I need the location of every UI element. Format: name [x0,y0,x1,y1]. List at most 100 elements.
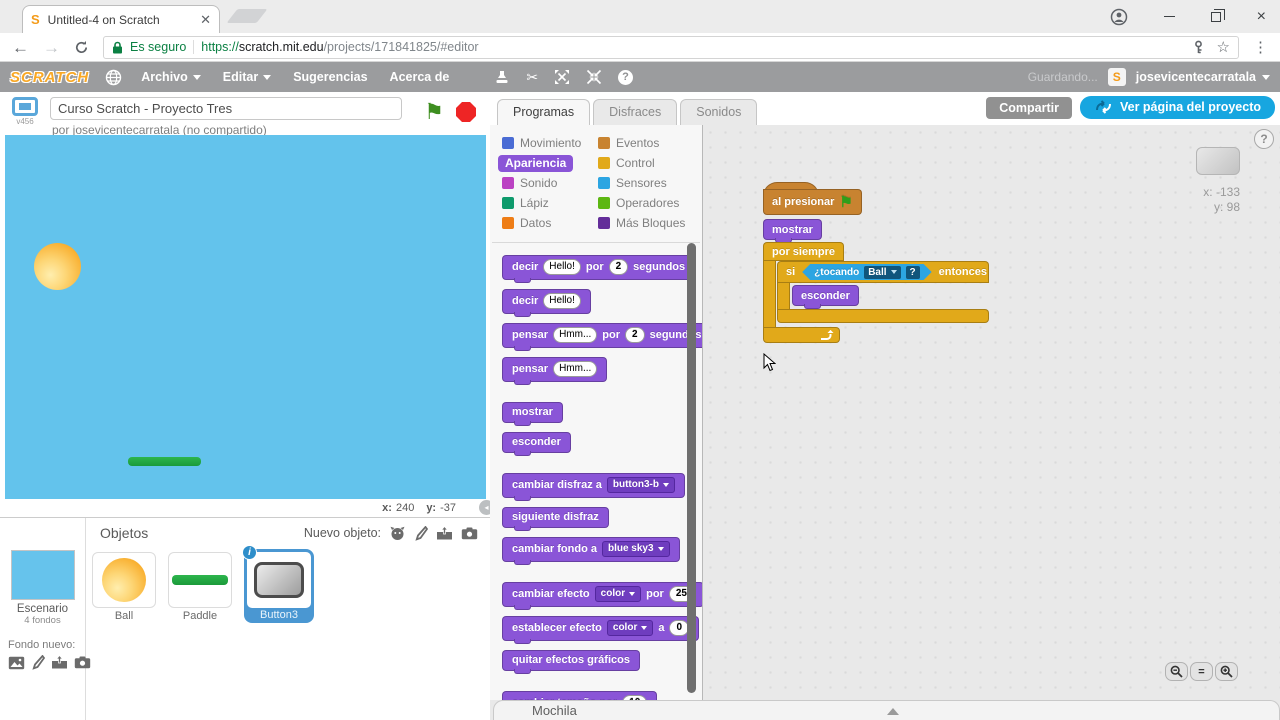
close-tab-icon[interactable]: ✕ [200,12,211,28]
paintbrush-icon[interactable] [414,525,428,541]
block-help-icon[interactable]: ? [618,69,634,85]
palette-block[interactable]: cambiar efecto color por 25 [502,582,702,610]
condition-dropdown[interactable]: Ball [864,266,900,279]
fullscreen-button[interactable]: v456 [10,97,40,126]
stage-sprite-ball[interactable] [34,243,81,290]
palette-block[interactable]: pensar Hmm... por 2 segundos [502,323,702,351]
block-input[interactable]: Hello! [543,259,581,275]
view-project-page-button[interactable]: Ver página del proyecto [1079,96,1275,119]
palette-scrollbar[interactable] [687,243,696,693]
stop-icon[interactable] [456,102,476,122]
menu-editar[interactable]: Editar [223,70,272,84]
browser-tab[interactable]: S Untitled-4 on Scratch ✕ [22,5,220,33]
block-input[interactable]: Hmm... [553,361,598,377]
tab-sonidos[interactable]: Sonidos [680,99,758,125]
address-bar[interactable]: Es seguro https://scratch.mit.edu/projec… [103,35,1239,59]
palette-block[interactable]: cambiar tamaño por10 [502,691,658,700]
block-input[interactable]: 2 [608,259,629,275]
category-movimiento[interactable]: Movimiento [502,133,598,153]
scratch-logo[interactable]: SCRATCH [10,69,89,86]
palette-block[interactable]: cambiar disfraz a button3-b [502,473,685,501]
zoom-out-icon[interactable] [1165,662,1188,681]
block-dropdown[interactable]: color [594,586,642,602]
paintbrush-icon[interactable] [31,655,45,670]
close-window-icon[interactable]: × [1257,8,1266,26]
block-input[interactable]: 2 [625,327,645,343]
language-globe-icon[interactable] [105,69,122,86]
block-por-siempre[interactable]: por siempre [763,242,844,261]
restore-icon[interactable] [1210,8,1225,22]
help-circle-icon[interactable]: ? [1254,129,1274,149]
backpack-bar[interactable]: Mochila [493,700,1280,720]
menu-sugerencias[interactable]: Sugerencias [293,70,367,84]
tab-disfraces[interactable]: Disfraces [593,99,678,125]
palette-block[interactable]: pensar Hmm... [502,357,608,385]
category-eventos[interactable]: Eventos [598,133,698,153]
palette-block[interactable]: decir Hello! por 2 segundos [502,255,696,283]
category-lápiz[interactable]: Lápiz [502,193,598,213]
menu-archivo[interactable]: Archivo [141,70,201,84]
block-tocando-condition[interactable]: ¿tocando Ball ? [802,264,931,280]
block-dropdown[interactable]: blue sky3 [601,541,670,557]
account-menu[interactable]: josevicentecarratala [1136,70,1270,84]
block-esconder[interactable]: esconder [792,285,859,309]
share-button[interactable]: Compartir [986,96,1072,119]
backpack-expand-icon[interactable] [886,708,899,715]
palette-block[interactable]: quitar efectos gráficos [502,650,640,674]
forward-icon[interactable]: → [43,39,60,56]
project-title-input[interactable] [50,97,402,120]
stage-sprite-paddle[interactable] [128,457,201,466]
stage[interactable] [5,135,486,499]
upload-icon[interactable] [51,655,68,670]
new-sprite-library-icon[interactable] [389,526,406,541]
category-label: Control [616,156,655,170]
shrink-icon[interactable] [586,69,602,85]
palette-block[interactable]: cambiar fondo a blue sky3 [502,537,680,565]
stage-backdrop-tile[interactable]: Escenario 4 fondos [8,550,78,626]
upload-icon[interactable] [436,525,453,541]
category-control[interactable]: Control [598,153,698,173]
palette-block[interactable]: decir Hello! [502,289,591,317]
minimize-icon[interactable] [1163,16,1175,17]
menu-dots-icon[interactable]: ⋮ [1253,38,1268,56]
block-si-entonces[interactable]: si ¿tocando Ball ? entonces [777,261,989,283]
sprite-tile-button3[interactable]: i Button3 [242,545,314,623]
block-al-presionar-flag[interactable]: al presionar ⚑ [763,189,862,215]
camera-icon[interactable] [461,527,478,540]
new-tab-button[interactable] [226,9,268,23]
block-dropdown[interactable]: button3-b [606,477,675,493]
back-icon[interactable]: ← [12,39,29,56]
delete-scissors-icon[interactable]: ✂ [526,69,538,86]
green-flag-icon[interactable]: ⚑ [424,101,444,123]
category-sonido[interactable]: Sonido [502,173,598,193]
sprite-tile-ball[interactable]: Ball [92,552,156,622]
palette-block[interactable]: mostrar [502,402,563,426]
user-avatar-icon[interactable]: S [1107,68,1126,86]
backdrop-library-icon[interactable] [8,656,25,670]
duplicate-stamp-icon[interactable] [494,69,510,85]
zoom-reset-icon[interactable]: = [1190,662,1213,681]
bookmark-star-icon[interactable]: ☆ [1217,38,1230,56]
category-operadores[interactable]: Operadores [598,193,698,213]
profile-icon[interactable] [1110,8,1128,26]
block-input[interactable]: Hmm... [553,327,598,343]
info-icon[interactable]: i [242,545,257,560]
category-más-bloques[interactable]: Más Bloques [598,213,698,233]
sprite-tile-paddle[interactable]: Paddle [168,552,232,622]
palette-block[interactable]: esconder [502,432,571,456]
category-sensores[interactable]: Sensores [598,173,698,193]
category-apariencia[interactable]: Apariencia [498,153,598,173]
palette-block[interactable]: establecer efecto color a 0 [502,616,700,644]
category-datos[interactable]: Datos [502,213,598,233]
block-input[interactable]: Hello! [543,293,581,309]
zoom-in-icon[interactable] [1215,662,1238,681]
block-dropdown[interactable]: color [606,620,654,636]
palette-block[interactable]: siguiente disfraz [502,507,609,531]
scripts-area[interactable]: ? x: -133 y: 98 al presionar ⚑ mostrar po… [703,125,1280,700]
grow-icon[interactable] [554,69,570,85]
key-icon[interactable] [1192,40,1205,54]
block-mostrar[interactable]: mostrar [763,219,822,243]
refresh-icon[interactable] [74,40,89,55]
tab-programas[interactable]: Programas [497,99,591,125]
menu-acerca-de[interactable]: Acerca de [390,70,450,84]
